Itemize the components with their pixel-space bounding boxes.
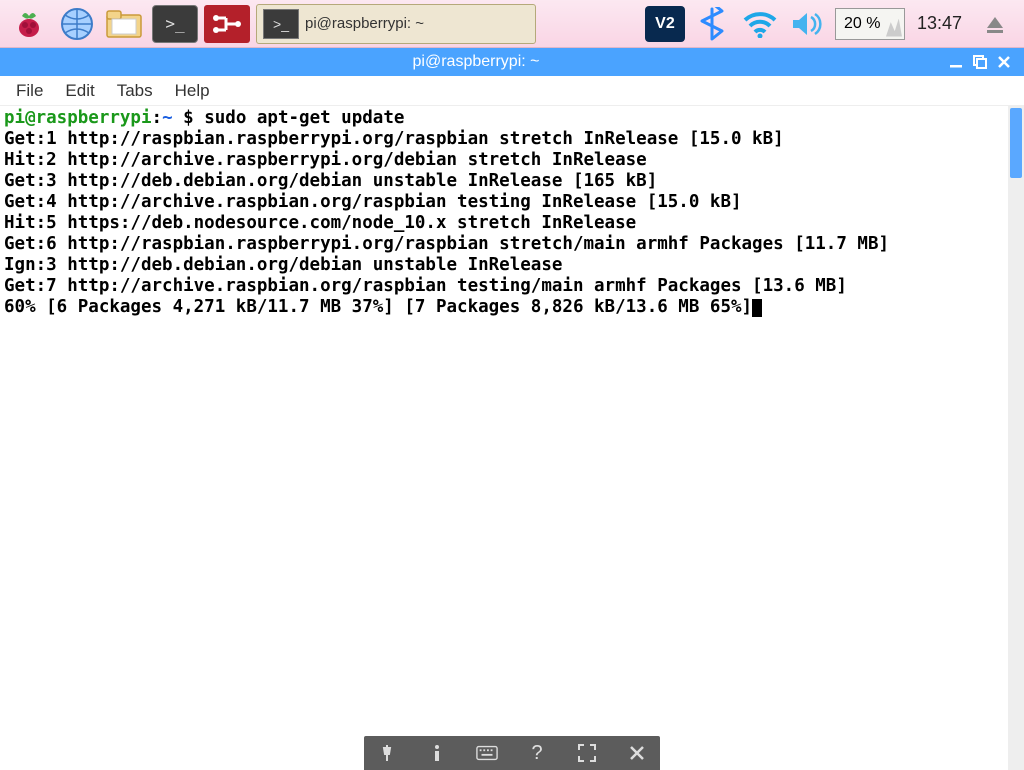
vnc-tray-icon[interactable]: V2	[645, 6, 685, 42]
taskbar-task-label: pi@raspberrypi: ~	[305, 15, 424, 32]
file-manager-icon[interactable]	[104, 5, 146, 43]
vnc-fullscreen-icon[interactable]	[576, 742, 598, 764]
terminal-area: pi@raspberrypi:~ $ sudo apt-get update G…	[0, 106, 1024, 770]
clock[interactable]: 13:47	[911, 13, 968, 34]
cpu-usage-text: 20 %	[844, 15, 880, 33]
menu-edit[interactable]: Edit	[55, 79, 104, 103]
raspberry-menu-icon[interactable]	[8, 5, 50, 43]
window-titlebar[interactable]: pi@raspberrypi: ~	[0, 48, 1024, 76]
menu-help[interactable]: Help	[165, 79, 220, 103]
terminal-menubar: File Edit Tabs Help	[0, 76, 1024, 106]
eject-tray-icon[interactable]	[974, 5, 1016, 43]
window-maximize-button[interactable]	[968, 51, 992, 73]
desktop-taskbar: >_ >_ pi@raspberrypi: ~ V2 20 % 13:47	[0, 0, 1024, 48]
web-browser-icon[interactable]	[56, 5, 98, 43]
vnc-toolbar[interactable]: ?	[364, 736, 660, 770]
vnc-pin-icon[interactable]	[376, 742, 398, 764]
cpu-usage-indicator[interactable]: 20 %	[835, 8, 905, 40]
vnc-help-icon[interactable]: ?	[526, 742, 548, 764]
volume-tray-icon[interactable]	[787, 5, 829, 43]
window-title: pi@raspberrypi: ~	[8, 53, 944, 71]
taskbar-active-task[interactable]: >_ pi@raspberrypi: ~	[256, 4, 536, 44]
node-red-icon[interactable]	[204, 5, 250, 43]
scrollbar-thumb[interactable]	[1010, 108, 1022, 178]
bluetooth-tray-icon[interactable]	[691, 5, 733, 43]
terminal-launcher-icon[interactable]: >_	[152, 5, 198, 43]
vnc-close-icon[interactable]	[626, 742, 648, 764]
wifi-tray-icon[interactable]	[739, 5, 781, 43]
vnc-info-icon[interactable]	[426, 742, 448, 764]
terminal-output[interactable]: pi@raspberrypi:~ $ sudo apt-get update G…	[0, 106, 1008, 770]
terminal-scrollbar[interactable]	[1008, 106, 1024, 770]
terminal-cursor	[752, 299, 762, 317]
scrollbar-track	[1008, 180, 1024, 770]
window-close-button[interactable]	[992, 51, 1016, 73]
terminal-icon: >_	[263, 9, 299, 39]
window-minimize-button[interactable]	[944, 51, 968, 73]
vnc-keyboard-icon[interactable]	[476, 742, 498, 764]
menu-file[interactable]: File	[6, 79, 53, 103]
menu-tabs[interactable]: Tabs	[107, 79, 163, 103]
